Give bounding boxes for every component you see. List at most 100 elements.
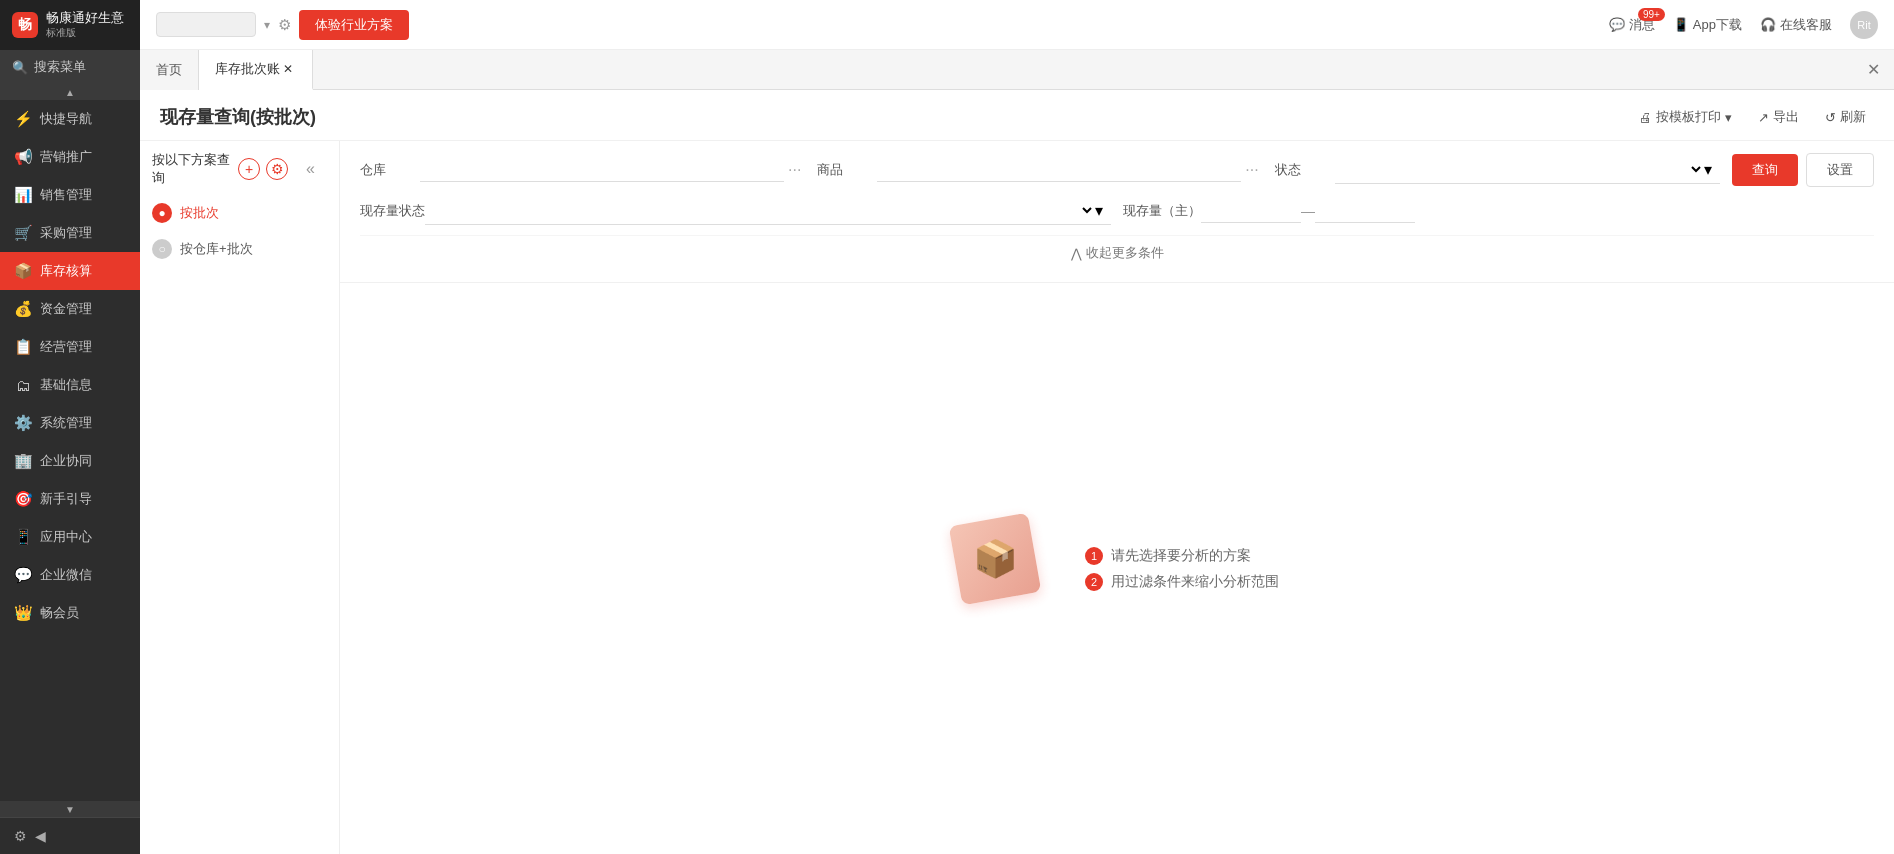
- sidebar-item-enterprise[interactable]: 🏢 企业协同: [0, 442, 140, 480]
- avatar: Rit: [1850, 11, 1878, 39]
- sidebar-item-inventory[interactable]: 📦 库存核算: [0, 252, 140, 290]
- tab-right-close-btn[interactable]: ✕: [1853, 50, 1894, 90]
- sidebar-item-label: 快捷导航: [40, 110, 92, 128]
- scheme-panel: 按以下方案查询 + ⚙ « ● 按批次 ○ 按仓库+批次: [140, 141, 340, 854]
- sidebar-item-system[interactable]: ⚙️ 系统管理: [0, 404, 140, 442]
- tab-close-icon[interactable]: ✕: [280, 61, 296, 77]
- sidebar-item-label: 基础信息: [40, 376, 92, 394]
- tab-home[interactable]: 首页: [140, 50, 199, 90]
- refresh-btn[interactable]: ↺ 刷新: [1817, 104, 1874, 130]
- warehouse-dots[interactable]: ···: [784, 161, 805, 179]
- sidebar-item-label: 采购管理: [40, 224, 92, 242]
- inventory-qty-from[interactable]: [1201, 199, 1301, 223]
- sidebar-settings-button[interactable]: ⚙: [14, 828, 27, 844]
- inventory-qty-to[interactable]: [1315, 199, 1415, 223]
- sidebar-item-member[interactable]: 👑 畅会员: [0, 594, 140, 632]
- empty-tip-1: 1 请先选择要分析的方案: [1085, 547, 1279, 565]
- search-menu-item[interactable]: 🔍 搜索菜单: [0, 50, 140, 84]
- app-download-label: App下载: [1693, 16, 1742, 34]
- marketing-icon: 📢: [14, 148, 32, 166]
- tip1-text: 请先选择要分析的方案: [1111, 547, 1251, 565]
- right-panel: 仓库 ··· 商品 ··· 状态: [340, 141, 1894, 854]
- sidebar-item-marketing[interactable]: 📢 营销推广: [0, 138, 140, 176]
- breadcrumb-area: ▾ ⚙ 体验行业方案: [156, 10, 1597, 40]
- collapse-more-btn[interactable]: ⋀ 收起更多条件: [360, 235, 1874, 270]
- app-download-item[interactable]: 📱 App下载: [1673, 16, 1742, 34]
- quick-nav-icon: ⚡: [14, 110, 32, 128]
- sidebar-footer: ⚙ ◀: [0, 817, 140, 854]
- app-subtitle: 标准版: [46, 26, 124, 40]
- sidebar-scroll-up[interactable]: ▲: [0, 84, 140, 100]
- page-content: 现存量查询(按批次) 🖨 按模板打印 ▾ ↗ 导出 ↺ 刷新: [140, 90, 1894, 854]
- sidebar-item-purchase[interactable]: 🛒 采购管理: [0, 214, 140, 252]
- main-area: ▾ ⚙ 体验行业方案 💬 消息 99+ 📱 App下载 🎧 在线客服 Rit: [140, 0, 1894, 854]
- enterprise-icon: 🏢: [14, 452, 32, 470]
- query-button[interactable]: 查询: [1732, 154, 1798, 186]
- product-input[interactable]: [877, 158, 1241, 182]
- status-chevron-icon: ▾: [1704, 160, 1712, 179]
- sidebar-scroll-down[interactable]: ▼: [0, 801, 140, 817]
- online-service-icon: 🎧: [1760, 17, 1776, 32]
- tip1-num: 1: [1085, 547, 1103, 565]
- status-select[interactable]: [1343, 161, 1704, 178]
- sidebar-item-label: 企业协同: [40, 452, 92, 470]
- scheme-item-label: 按批次: [180, 204, 219, 222]
- tab-inventory-batch-label: 库存批次账: [215, 60, 280, 78]
- sidebar-item-finance[interactable]: 💰 资金管理: [0, 290, 140, 328]
- sidebar-item-label: 资金管理: [40, 300, 92, 318]
- sidebar-item-label: 系统管理: [40, 414, 92, 432]
- product-filter: 商品 ···: [817, 158, 1262, 182]
- inventory-status-label: 现存量状态: [360, 202, 425, 220]
- scheme-item-label: 按仓库+批次: [180, 240, 253, 258]
- topbar-settings-icon[interactable]: ⚙: [278, 16, 291, 34]
- scheme-settings-btn[interactable]: ⚙: [266, 158, 288, 180]
- scheme-item-by-warehouse-batch[interactable]: ○ 按仓库+批次: [140, 231, 339, 267]
- sidebar-item-basic[interactable]: 🗂 基础信息: [0, 366, 140, 404]
- sidebar-item-sales[interactable]: 📊 销售管理: [0, 176, 140, 214]
- scheme-panel-title: 按以下方案查询: [152, 151, 238, 187]
- print-btn[interactable]: 🖨 按模板打印 ▾: [1631, 104, 1740, 130]
- collapse-up-icon: ⋀: [1071, 246, 1082, 261]
- inventory-status-chevron-icon: ▾: [1095, 201, 1103, 220]
- refresh-label: 刷新: [1840, 108, 1866, 126]
- dropdown-arrow-icon[interactable]: ▾: [264, 18, 270, 32]
- sidebar-item-app-center[interactable]: 📱 应用中心: [0, 518, 140, 556]
- export-btn[interactable]: ↗ 导出: [1750, 104, 1807, 130]
- sidebar-item-quick-nav[interactable]: ⚡ 快捷导航: [0, 100, 140, 138]
- sidebar-collapse-button[interactable]: ◀: [35, 828, 46, 844]
- sidebar: 畅 畅康通好生意 标准版 🔍 搜索菜单 ▲ ⚡ 快捷导航 📢 营销推广 📊 销售…: [0, 0, 140, 854]
- sidebar-item-wechat[interactable]: 💬 企业微信: [0, 556, 140, 594]
- product-label: 商品: [817, 161, 877, 179]
- newbie-icon: 🎯: [14, 490, 32, 508]
- online-service-item[interactable]: 🎧 在线客服: [1760, 16, 1832, 34]
- inventory-status-select-wrapper: ▾: [425, 197, 1111, 225]
- sidebar-item-newbie[interactable]: 🎯 新手引导: [0, 480, 140, 518]
- sidebar-nav: ⚡ 快捷导航 📢 营销推广 📊 销售管理 🛒 采购管理 📦 库存核算 💰 资金管…: [0, 100, 140, 801]
- page-title: 现存量查询(按批次): [160, 105, 316, 129]
- inventory-qty-label: 现存量（主）: [1123, 202, 1201, 220]
- search-icon: 🔍: [12, 60, 28, 75]
- topbar-search-input[interactable]: [156, 12, 256, 37]
- experience-btn[interactable]: 体验行业方案: [299, 10, 409, 40]
- empty-tip-2: 2 用过滤条件来缩小分析范围: [1085, 573, 1279, 591]
- scheme-item-by-batch[interactable]: ● 按批次: [140, 195, 339, 231]
- print-label: 按模板打印: [1656, 108, 1721, 126]
- sidebar-item-operations[interactable]: 📋 经营管理: [0, 328, 140, 366]
- product-dots[interactable]: ···: [1241, 161, 1262, 179]
- status-select-wrapper: ▾: [1335, 156, 1720, 184]
- online-service-label: 在线客服: [1780, 16, 1832, 34]
- topbar: ▾ ⚙ 体验行业方案 💬 消息 99+ 📱 App下载 🎧 在线客服 Rit: [140, 0, 1894, 50]
- user-item[interactable]: Rit: [1850, 11, 1878, 39]
- export-label: 导出: [1773, 108, 1799, 126]
- settings-button[interactable]: 设置: [1806, 153, 1874, 187]
- empty-box-graphic: [949, 512, 1042, 605]
- scheme-collapse-btn[interactable]: «: [294, 158, 327, 180]
- message-item[interactable]: 💬 消息 99+: [1609, 16, 1655, 34]
- warehouse-input[interactable]: [420, 158, 784, 182]
- tab-inventory-batch[interactable]: 库存批次账 ✕: [199, 50, 313, 90]
- finance-icon: 💰: [14, 300, 32, 318]
- message-badge: 99+: [1638, 8, 1665, 21]
- scheme-active-icon: ●: [152, 203, 172, 223]
- scheme-add-btn[interactable]: +: [238, 158, 260, 180]
- inventory-status-select[interactable]: [433, 202, 1095, 219]
